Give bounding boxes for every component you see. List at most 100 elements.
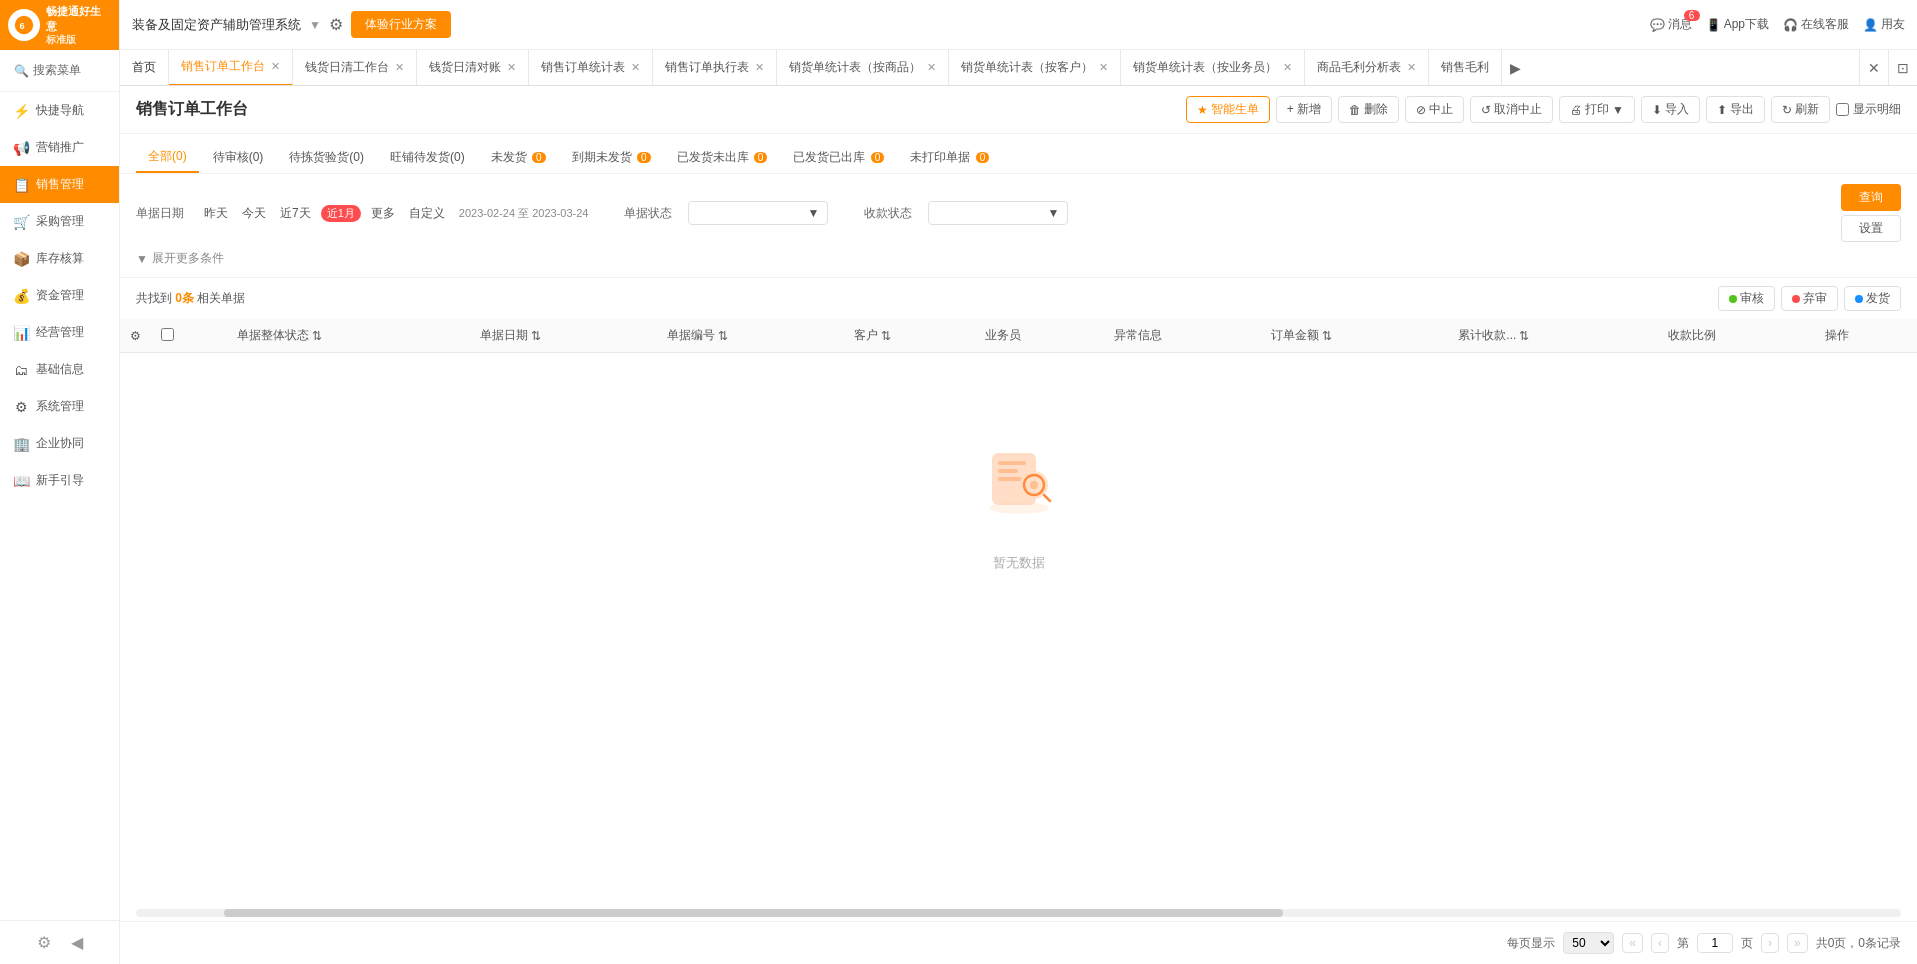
tabbar-more-btn[interactable]: ▶ — [1502, 60, 1529, 76]
user-btn[interactable]: 👤 用友 — [1863, 16, 1905, 33]
date-opt-custom[interactable]: 自定义 — [405, 203, 449, 224]
tab-cash-reconcile-close[interactable]: ✕ — [507, 61, 516, 74]
tabbar-maximize-btn[interactable]: ⊡ — [1888, 50, 1917, 86]
th-amount[interactable]: 订单金额 ⇅ — [1261, 319, 1448, 353]
delete-btn[interactable]: 🗑 删除 — [1338, 96, 1399, 123]
h-scrollbar-thumb[interactable] — [224, 909, 1283, 917]
th-amount-sort[interactable]: 订单金额 ⇅ — [1271, 327, 1332, 344]
tab-sales-profit[interactable]: 销售毛利 — [1429, 50, 1502, 86]
tab-sales-summary-staff[interactable]: 销货单统计表（按业务员） ✕ — [1121, 50, 1305, 86]
app-download-btn[interactable]: 📱 App下载 — [1706, 16, 1769, 33]
sidebar-item-enterprise[interactable]: 🏢 企业协同 — [0, 425, 119, 462]
query-btn[interactable]: 查询 — [1841, 184, 1901, 211]
date-opt-7days[interactable]: 近7天 — [276, 203, 315, 224]
pause-btn[interactable]: ⊘ 中止 — [1405, 96, 1464, 123]
th-received[interactable]: 累计收款... ⇅ — [1448, 319, 1658, 353]
date-opt-today[interactable]: 今天 — [238, 203, 270, 224]
show-detail-label[interactable]: 显示明细 — [1836, 101, 1901, 118]
tab-cash-reconcile[interactable]: 钱货日清对账 ✕ — [417, 50, 529, 86]
tab-sales-workbench[interactable]: 销售订单工作台 ✕ — [169, 50, 293, 86]
tab-sales-summary-product[interactable]: 销货单统计表（按商品） ✕ — [777, 50, 949, 86]
tab-cash-daily-close[interactable]: ✕ — [395, 61, 404, 74]
search-menu-btn[interactable]: 🔍 搜索菜单 — [8, 58, 111, 83]
th-ratio[interactable]: 收款比例 — [1658, 319, 1815, 353]
collapse-btn[interactable]: ◀ — [63, 929, 91, 956]
prev-page-btn[interactable]: ‹ — [1651, 933, 1669, 953]
import-btn[interactable]: ⬇ 导入 — [1641, 96, 1700, 123]
online-service-btn[interactable]: 🎧 在线客服 — [1783, 16, 1849, 33]
subtab-shipped-not-out[interactable]: 已发货未出库 0 — [665, 143, 780, 172]
th-settings[interactable]: ⚙ — [120, 319, 151, 353]
sidebar-item-system[interactable]: ⚙ 系统管理 — [0, 388, 119, 425]
tab-sales-summary-customer-close[interactable]: ✕ — [1099, 61, 1108, 74]
cancel-pause-btn[interactable]: ↺ 取消中止 — [1470, 96, 1553, 123]
review-btn[interactable]: 审核 — [1718, 286, 1775, 311]
subtab-pending-inspect[interactable]: 待拣货验货(0) — [277, 143, 376, 172]
tab-sales-summary-staff-close[interactable]: ✕ — [1283, 61, 1292, 74]
message-btn[interactable]: 💬 6 消息 — [1650, 16, 1692, 33]
sidebar-item-inventory[interactable]: 📦 库存核算 — [0, 240, 119, 277]
th-number[interactable]: 单据编号 ⇅ — [657, 319, 844, 353]
topbar-gear[interactable]: ⚙ — [329, 15, 343, 34]
tab-sales-exec[interactable]: 销售订单执行表 ✕ — [653, 50, 777, 86]
th-date[interactable]: 单据日期 ⇅ — [470, 319, 657, 353]
set-btn[interactable]: 设置 — [1841, 215, 1901, 242]
subtab-not-printed[interactable]: 未打印单据 0 — [898, 143, 1001, 172]
subtab-expired-not-shipped[interactable]: 到期未发货 0 — [560, 143, 663, 172]
ship-btn[interactable]: 发货 — [1844, 286, 1901, 311]
subtab-shipped-out[interactable]: 已发货已出库 0 — [781, 143, 896, 172]
sidebar-item-operations[interactable]: 📊 经营管理 — [0, 314, 119, 351]
th-exception[interactable]: 异常信息 — [1104, 319, 1261, 353]
industry-btn[interactable]: 体验行业方案 — [351, 11, 451, 38]
sidebar-item-guide[interactable]: 📖 新手引导 — [0, 462, 119, 499]
tab-sales-summary-customer[interactable]: 销货单统计表（按客户） ✕ — [949, 50, 1121, 86]
sidebar-item-quick-nav[interactable]: ⚡ 快捷导航 — [0, 92, 119, 129]
date-opt-yesterday[interactable]: 昨天 — [200, 203, 232, 224]
sidebar-item-base-info[interactable]: 🗂 基础信息 — [0, 351, 119, 388]
th-date-sort[interactable]: 单据日期 ⇅ — [480, 327, 541, 344]
smart-btn[interactable]: ★ 智能生单 — [1186, 96, 1270, 123]
refresh-btn[interactable]: ↻ 刷新 — [1771, 96, 1830, 123]
sidebar-item-finance[interactable]: 💰 资金管理 — [0, 277, 119, 314]
cancel-review-btn[interactable]: 弃审 — [1781, 286, 1838, 311]
last-page-btn[interactable]: » — [1787, 933, 1808, 953]
th-customer-sort[interactable]: 客户 ⇅ — [854, 327, 891, 344]
date-opt-1month[interactable]: 近1月 — [321, 205, 361, 222]
sidebar-item-purchase[interactable]: 🛒 采购管理 — [0, 203, 119, 240]
tab-cash-daily[interactable]: 钱货日清工作台 ✕ — [293, 50, 417, 86]
tab-gross-margin-close[interactable]: ✕ — [1407, 61, 1416, 74]
tab-sales-stats[interactable]: 销售订单统计表 ✕ — [529, 50, 653, 86]
th-checkbox[interactable] — [151, 319, 227, 353]
settings-btn[interactable]: ⚙ — [29, 929, 59, 956]
subtab-wangpu[interactable]: 旺铺待发货(0) — [378, 143, 477, 172]
status-select[interactable]: ▼ — [688, 201, 828, 225]
subtab-pending-review[interactable]: 待审核(0) — [201, 143, 276, 172]
subtab-all[interactable]: 全部(0) — [136, 142, 199, 173]
select-all-checkbox[interactable] — [161, 328, 174, 341]
th-status[interactable]: 单据整体状态 ⇅ — [227, 319, 469, 353]
print-btn[interactable]: 🖨 打印 ▼ — [1559, 96, 1635, 123]
th-status-sort[interactable]: 单据整体状态 ⇅ — [237, 327, 322, 344]
subtab-not-shipped[interactable]: 未发货 0 — [479, 143, 558, 172]
tab-sales-exec-close[interactable]: ✕ — [755, 61, 764, 74]
h-scrollbar[interactable] — [136, 909, 1901, 917]
th-number-sort[interactable]: 单据编号 ⇅ — [667, 327, 728, 344]
tabbar-close-btn[interactable]: ✕ — [1859, 50, 1888, 86]
page-input[interactable] — [1697, 933, 1733, 953]
date-opt-more[interactable]: 更多 — [367, 203, 399, 224]
export-btn[interactable]: ⬆ 导出 — [1706, 96, 1765, 123]
sidebar-item-sales[interactable]: 📋 销售管理 — [0, 166, 119, 203]
add-btn[interactable]: + 新增 — [1276, 96, 1332, 123]
expand-btn[interactable]: ▼ 展开更多条件 — [136, 250, 224, 267]
search-menu[interactable]: 🔍 搜索菜单 — [0, 50, 119, 92]
show-detail-checkbox[interactable] — [1836, 103, 1849, 116]
tab-sales-workbench-close[interactable]: ✕ — [271, 60, 280, 73]
tab-sales-summary-product-close[interactable]: ✕ — [927, 61, 936, 74]
sidebar-item-marketing[interactable]: 📢 营销推广 — [0, 129, 119, 166]
th-received-sort[interactable]: 累计收款... ⇅ — [1458, 327, 1529, 344]
tab-gross-margin[interactable]: 商品毛利分析表 ✕ — [1305, 50, 1429, 86]
next-page-btn[interactable]: › — [1761, 933, 1779, 953]
per-page-select[interactable]: 50 10 20 100 — [1563, 932, 1614, 954]
th-customer[interactable]: 客户 ⇅ — [844, 319, 976, 353]
tab-sales-stats-close[interactable]: ✕ — [631, 61, 640, 74]
